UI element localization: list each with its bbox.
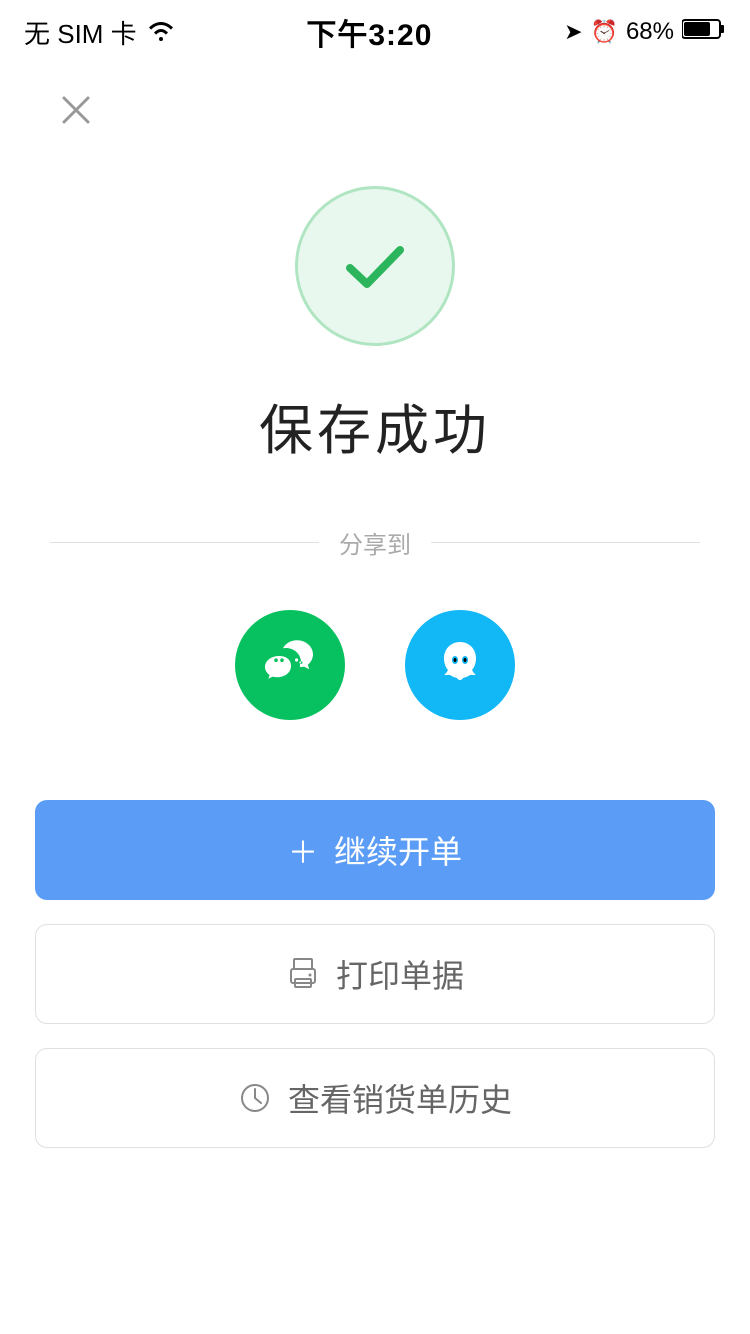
- success-title: 保存成功: [259, 386, 491, 465]
- battery-icon: [682, 18, 726, 47]
- status-time: 下午3:20: [306, 10, 432, 54]
- history-label: 查看销货单历史: [288, 1075, 512, 1121]
- alarm-icon: ⏰: [591, 19, 618, 45]
- action-buttons: ＋ 继续开单 打印单据: [35, 800, 715, 1148]
- main-content: 保存成功 分享到: [0, 156, 750, 1148]
- close-button-row: [0, 64, 750, 156]
- wechat-share-button[interactable]: [235, 610, 345, 720]
- battery-percent: 68%: [626, 18, 674, 46]
- clock-icon: [238, 1081, 272, 1115]
- continue-button[interactable]: ＋ 继续开单: [35, 800, 715, 900]
- carrier-text: 无 SIM 卡: [24, 14, 137, 51]
- status-left: 无 SIM 卡: [24, 14, 175, 51]
- continue-label: 继续开单: [334, 827, 462, 873]
- wifi-icon: [147, 17, 175, 48]
- status-bar: 无 SIM 卡 下午3:20 ➤ ⏰ 68%: [0, 0, 750, 64]
- share-icons-row: [235, 610, 515, 720]
- share-divider: 分享到: [50, 525, 700, 560]
- print-icon: [286, 957, 320, 991]
- share-label: 分享到: [319, 525, 431, 560]
- divider-line-right: [431, 542, 700, 543]
- close-button[interactable]: [50, 84, 102, 136]
- success-icon-circle: [295, 186, 455, 346]
- plus-icon: ＋: [288, 828, 318, 872]
- print-button[interactable]: 打印单据: [35, 924, 715, 1024]
- location-icon: ➤: [564, 19, 582, 45]
- divider-line-left: [50, 542, 319, 543]
- history-button[interactable]: 查看销货单历史: [35, 1048, 715, 1148]
- status-right: ➤ ⏰ 68%: [564, 18, 726, 47]
- qq-share-button[interactable]: [405, 610, 515, 720]
- print-label: 打印单据: [336, 951, 464, 997]
